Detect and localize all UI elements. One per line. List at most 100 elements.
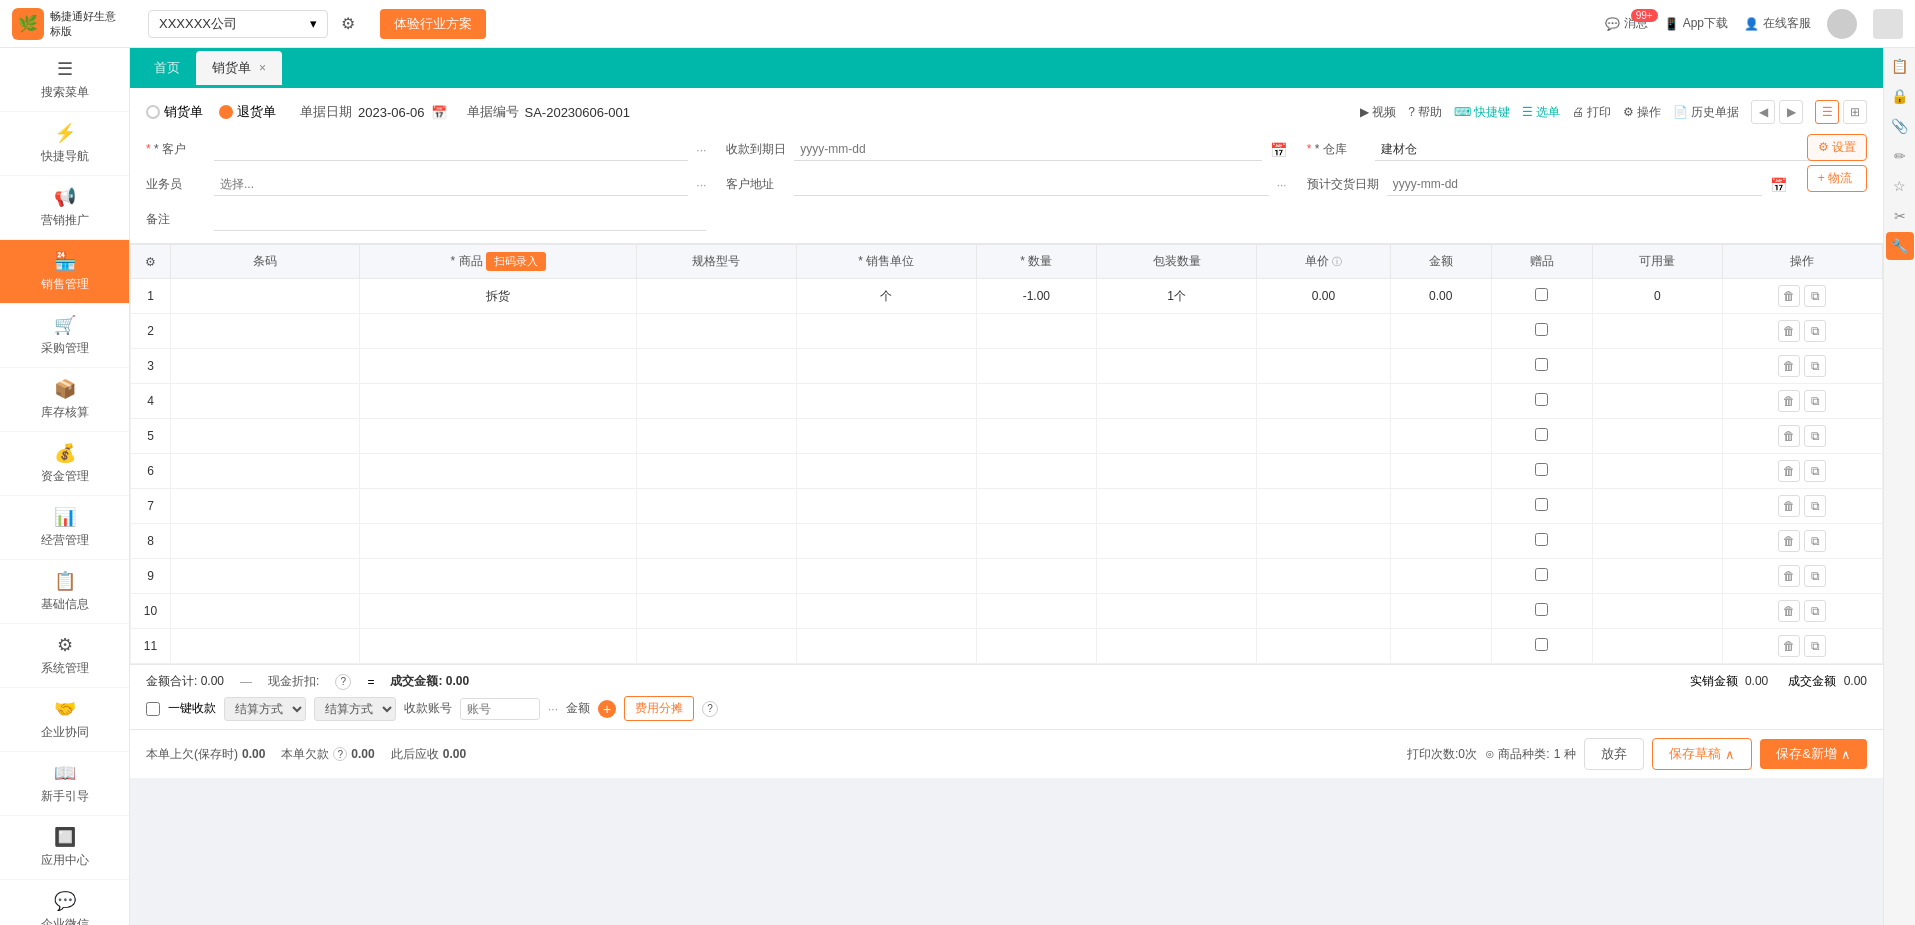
sidebar-item-app-center[interactable]: 🔲 应用中心 (0, 816, 129, 880)
rp-icon-tool[interactable]: 🔧 (1886, 232, 1914, 260)
shortcut-btn[interactable]: ⌨ 快捷键 (1454, 104, 1510, 121)
row-qty[interactable]: -1.00 (976, 279, 1097, 314)
gift-checkbox[interactable] (1535, 568, 1548, 581)
remarks-input[interactable] (214, 208, 706, 231)
rp-icon-attach[interactable]: 📎 (1886, 112, 1914, 140)
gift-checkbox[interactable] (1535, 533, 1548, 546)
gift-checkbox[interactable] (1535, 288, 1548, 301)
account-more-icon[interactable]: ··· (548, 702, 558, 716)
help-question-icon[interactable]: ? (335, 674, 351, 690)
barcode-input[interactable] (235, 289, 295, 303)
sidebar-item-system[interactable]: ⚙ 系统管理 (0, 624, 129, 688)
gift-checkbox[interactable] (1535, 498, 1548, 511)
grid-view-btn[interactable]: ⊞ (1843, 100, 1867, 124)
nav-next-icon[interactable]: ▶ (1779, 100, 1803, 124)
expense-split-btn[interactable]: 费用分摊 (624, 696, 694, 721)
account-input[interactable] (460, 698, 540, 720)
row-pack-qty[interactable]: 1个 (1097, 279, 1257, 314)
warehouse-input[interactable] (1375, 138, 1849, 161)
sidebar-item-operations[interactable]: 📊 经营管理 (0, 496, 129, 560)
sidebar-item-wechat[interactable]: 💬 企业微信 (0, 880, 129, 925)
gift-checkbox[interactable] (1535, 428, 1548, 441)
payment-due-input[interactable] (794, 138, 1261, 161)
payment-calendar-icon[interactable]: 📅 (1270, 142, 1287, 158)
history-btn[interactable]: 📄 历史单据 (1673, 104, 1739, 121)
gift-checkbox[interactable] (1535, 638, 1548, 651)
sidebar-item-guide[interactable]: 📖 新手引导 (0, 752, 129, 816)
gift-checkbox[interactable] (1535, 603, 1548, 616)
row-gift[interactable] (1491, 279, 1592, 314)
discard-button[interactable]: 放弃 (1584, 738, 1644, 770)
row-copy-icon[interactable]: ⧉ (1804, 285, 1826, 307)
row-unit-price[interactable]: 0.00 (1257, 279, 1391, 314)
company-selector[interactable]: XXXXXX公司 ▾ (148, 10, 328, 38)
app-download-button[interactable]: 📱 App下载 (1664, 15, 1728, 32)
radio-sales[interactable]: 销货单 (146, 103, 203, 121)
row-amount[interactable]: 0.00 (1390, 279, 1491, 314)
print-btn[interactable]: 🖨 打印 (1572, 104, 1611, 121)
row-copy-icon[interactable]: ⧉ (1804, 600, 1826, 622)
row-delete-icon[interactable]: 🗑 (1778, 460, 1800, 482)
row-delete-icon[interactable]: 🗑 (1778, 635, 1800, 657)
sidebar-item-basics[interactable]: 📋 基础信息 (0, 560, 129, 624)
rp-icon-notes[interactable]: 📋 (1886, 52, 1914, 80)
rp-icon-edit[interactable]: ✏ (1886, 142, 1914, 170)
sidebar-item-finance[interactable]: 💰 资金管理 (0, 432, 129, 496)
calc-method-select[interactable]: 结算方式 (314, 697, 396, 721)
add-pay-row-btn[interactable]: + (598, 700, 616, 718)
rp-icon-scissors[interactable]: ✂ (1886, 202, 1914, 230)
row-delete-icon[interactable]: 🗑 (1778, 425, 1800, 447)
sidebar-item-search[interactable]: ☰ 搜索菜单 (0, 48, 129, 112)
select-btn[interactable]: ☰ 选单 (1522, 104, 1560, 121)
list-view-btn[interactable]: ☰ (1815, 100, 1839, 124)
video-btn[interactable]: ▶ 视频 (1360, 104, 1396, 121)
debit-help-icon[interactable]: ? (333, 747, 347, 761)
settings-icon[interactable]: ⚙ (334, 10, 362, 38)
row-copy-icon[interactable]: ⧉ (1804, 355, 1826, 377)
save-new-button[interactable]: 保存&新增 ∧ (1760, 739, 1867, 769)
row-unit[interactable]: 个 (796, 279, 976, 314)
row-barcode[interactable] (171, 279, 360, 314)
gift-checkbox[interactable] (1535, 323, 1548, 336)
row-spec[interactable] (636, 279, 796, 314)
sidebar-item-sales[interactable]: 🏪 销售管理 (0, 240, 129, 304)
gift-checkbox[interactable] (1535, 463, 1548, 476)
nav-prev-icon[interactable]: ◀ (1751, 100, 1775, 124)
delivery-date-input[interactable] (1387, 173, 1762, 196)
online-service-button[interactable]: 👤 在线客服 (1744, 15, 1811, 32)
row-delete-icon[interactable]: 🗑 (1778, 390, 1800, 412)
row-delete-icon[interactable]: 🗑 (1778, 495, 1800, 517)
calendar-icon[interactable]: 📅 (431, 105, 447, 120)
save-draft-button[interactable]: 保存草稿 ∧ (1652, 738, 1752, 770)
sidebar-item-purchase[interactable]: 🛒 采购管理 (0, 304, 129, 368)
row-delete-icon[interactable]: 🗑 (1778, 600, 1800, 622)
user-menu-icon[interactable] (1873, 9, 1903, 39)
one-click-pay-checkbox[interactable] (146, 702, 160, 716)
row-product[interactable]: 拆货 (360, 279, 636, 314)
row-copy-icon[interactable]: ⧉ (1804, 460, 1826, 482)
salesperson-input[interactable] (214, 173, 688, 196)
tab-home[interactable]: 首页 (138, 51, 196, 85)
tab-close-icon[interactable]: × (259, 61, 266, 75)
user-avatar[interactable] (1827, 9, 1857, 39)
row-copy-icon[interactable]: ⧉ (1804, 530, 1826, 552)
row-copy-icon[interactable]: ⧉ (1804, 425, 1826, 447)
salesperson-more-icon[interactable]: ··· (696, 178, 706, 192)
th-gear[interactable]: ⚙ (131, 245, 171, 279)
customer-input[interactable] (214, 138, 688, 161)
rp-icon-star[interactable]: ☆ (1886, 172, 1914, 200)
settings-button[interactable]: ⚙ 设置 (1807, 134, 1867, 161)
logistics-button[interactable]: + 物流 (1807, 165, 1867, 192)
row-delete-icon[interactable]: 🗑 (1778, 285, 1800, 307)
row-copy-icon[interactable]: ⧉ (1804, 495, 1826, 517)
rp-icon-lock[interactable]: 🔒 (1886, 82, 1914, 110)
trial-button[interactable]: 体验行业方案 (380, 9, 486, 39)
expense-help-icon[interactable]: ? (702, 701, 718, 717)
row-delete-icon[interactable]: 🗑 (1778, 320, 1800, 342)
row-delete-icon[interactable]: 🗑 (1778, 530, 1800, 552)
sidebar-item-inventory[interactable]: 📦 库存核算 (0, 368, 129, 432)
sidebar-item-quick-nav[interactable]: ⚡ 快捷导航 (0, 112, 129, 176)
sidebar-item-marketing[interactable]: 📢 营销推广 (0, 176, 129, 240)
row-delete-icon[interactable]: 🗑 (1778, 355, 1800, 377)
customer-more-icon[interactable]: ··· (696, 143, 706, 157)
